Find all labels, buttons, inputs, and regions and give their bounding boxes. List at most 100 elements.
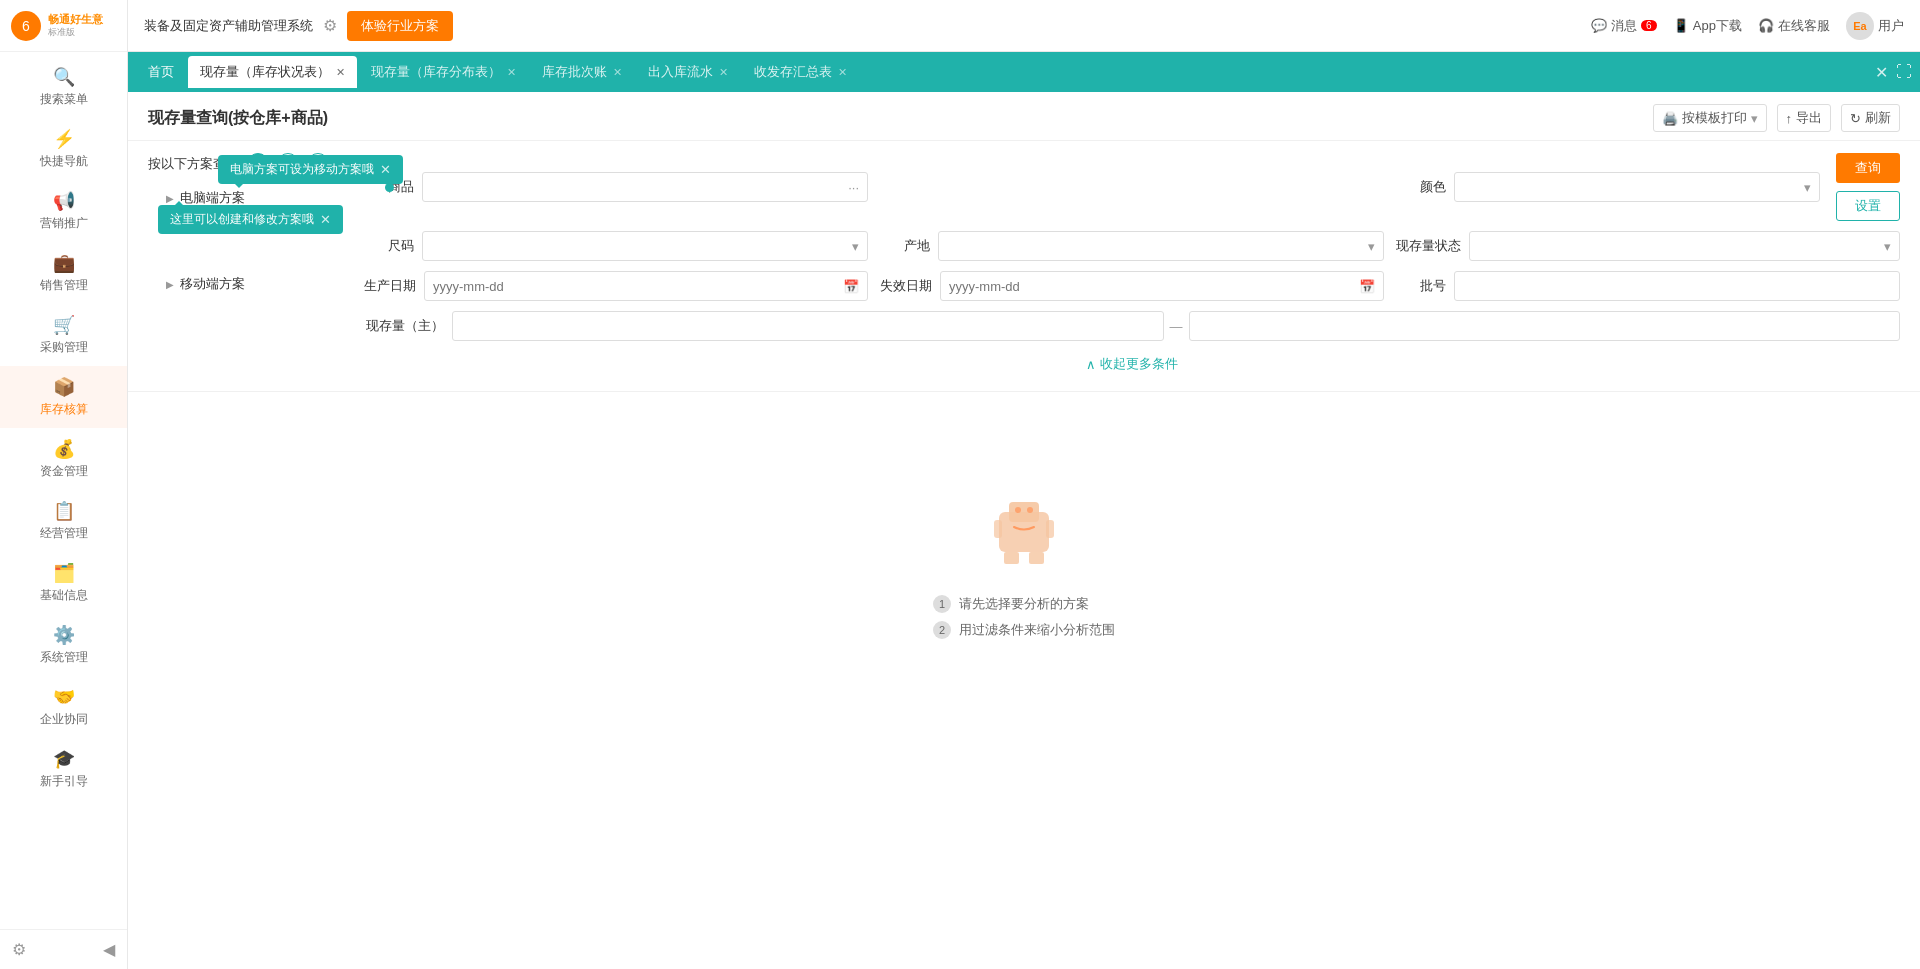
sidebar-item-label: 基础信息 bbox=[40, 587, 88, 604]
range-dash: — bbox=[1170, 319, 1183, 334]
filter-field-exp-date: 失效日期 📅 bbox=[880, 271, 1384, 301]
empty-step-1: 1 请先选择要分析的方案 bbox=[933, 595, 1115, 613]
filter-row-3: 生产日期 📅 失效日期 📅 bbox=[364, 271, 1900, 301]
size-select[interactable]: ▾ bbox=[422, 231, 868, 261]
app-download-area[interactable]: 📱 App下载 bbox=[1673, 17, 1742, 35]
tab-close-icon[interactable]: ✕ bbox=[838, 66, 847, 79]
refresh-icon: ↻ bbox=[1850, 111, 1861, 126]
tooltip2-close-icon[interactable]: ✕ bbox=[320, 212, 331, 227]
sidebar-item-sales[interactable]: 💼 销售管理 bbox=[0, 242, 127, 304]
sidebar-item-purchase[interactable]: 🛒 采购管理 bbox=[0, 304, 127, 366]
tooltip1-close-icon[interactable]: ✕ bbox=[380, 162, 391, 177]
print-dropdown-icon: ▾ bbox=[1751, 111, 1758, 126]
filter-row-2: 尺码 ▾ 产地 ▾ bbox=[364, 231, 1900, 261]
stock-main-to[interactable] bbox=[1189, 311, 1901, 341]
customer-service-area[interactable]: 🎧 在线客服 bbox=[1758, 17, 1830, 35]
filter-area: 按以下方案查询 + ✎ « bbox=[128, 141, 1920, 392]
origin-select[interactable]: ▾ bbox=[938, 231, 1384, 261]
reset-button[interactable]: 设置 bbox=[1836, 191, 1900, 221]
service-label: 在线客服 bbox=[1778, 17, 1830, 35]
exp-date-input[interactable]: 📅 bbox=[940, 271, 1384, 301]
svg-rect-9 bbox=[1029, 552, 1044, 564]
connector-dot bbox=[385, 183, 394, 192]
search-button[interactable]: 查询 bbox=[1836, 153, 1900, 183]
tabbar: 首页 现存量（库存状况表） ✕ 现存量（库存分布表） ✕ 库存批次账 ✕ 出入库… bbox=[128, 52, 1920, 92]
mfg-date-input[interactable]: 📅 bbox=[424, 271, 868, 301]
message-label: 消息 bbox=[1611, 17, 1637, 35]
filter-field-goods: 商品 ··· bbox=[364, 153, 868, 221]
exp-date-field[interactable] bbox=[949, 279, 1359, 294]
tab-close-icon[interactable]: ✕ bbox=[507, 66, 516, 79]
sidebar-item-operations[interactable]: 📋 经营管理 bbox=[0, 490, 127, 552]
quick-nav-icon: ⚡ bbox=[53, 128, 75, 150]
sidebar-item-quick-nav[interactable]: ⚡ 快捷导航 bbox=[0, 118, 127, 180]
topbar-left: 装备及固定资产辅助管理系统 ⚙ 体验行业方案 bbox=[144, 11, 453, 41]
refresh-button[interactable]: ↻ 刷新 bbox=[1841, 104, 1900, 132]
sidebar-item-collab[interactable]: 🤝 企业协同 bbox=[0, 676, 127, 738]
message-area[interactable]: 💬 消息 6 bbox=[1591, 17, 1657, 35]
scheme-item-mobile[interactable]: ▶ 移动端方案 bbox=[158, 271, 348, 297]
stock-main-from[interactable] bbox=[452, 311, 1164, 341]
user-area[interactable]: Ea 用户 bbox=[1846, 12, 1904, 40]
sidebar-item-finance[interactable]: 💰 资金管理 bbox=[0, 428, 127, 490]
filter-row-4: 现存量（主） — bbox=[364, 311, 1900, 341]
sidebar-nav: 🔍 搜索菜单 ⚡ 快捷导航 📢 营销推广 💼 销售管理 🛒 采购管理 📦 库存核… bbox=[0, 52, 127, 929]
scheme-arrow-icon: ▶ bbox=[166, 193, 174, 204]
tab-batch-account[interactable]: 库存批次账 ✕ bbox=[530, 56, 634, 88]
service-icon: 🎧 bbox=[1758, 18, 1774, 33]
empty-step2-text: 用过滤条件来缩小分析范围 bbox=[959, 621, 1115, 639]
sidebar-item-search[interactable]: 🔍 搜索菜单 bbox=[0, 56, 127, 118]
collapse-button[interactable]: ∧ 收起更多条件 bbox=[364, 349, 1900, 379]
industry-plan-button[interactable]: 体验行业方案 bbox=[347, 11, 453, 41]
export-button[interactable]: ↑ 导出 bbox=[1777, 104, 1832, 132]
tab-in-out-flow[interactable]: 出入库流水 ✕ bbox=[636, 56, 740, 88]
goods-select-dots: ··· bbox=[848, 180, 859, 195]
sidebar-settings-icon[interactable]: ⚙ bbox=[12, 940, 26, 959]
size-select-arrow: ▾ bbox=[852, 239, 859, 254]
calendar2-icon[interactable]: 📅 bbox=[1359, 279, 1375, 294]
stock-status-arrow: ▾ bbox=[1884, 239, 1891, 254]
svg-point-7 bbox=[1027, 507, 1033, 513]
tab-close-icon[interactable]: ✕ bbox=[719, 66, 728, 79]
batch-input[interactable] bbox=[1454, 271, 1900, 301]
tab-label: 出入库流水 bbox=[648, 63, 713, 81]
sidebar-item-guide[interactable]: 🎓 新手引导 bbox=[0, 738, 127, 800]
print-button[interactable]: 🖨️ 按模板打印 ▾ bbox=[1653, 104, 1767, 132]
tabbar-actions: ✕ ⛶ bbox=[1875, 63, 1912, 82]
tab-close-icon[interactable]: ✕ bbox=[613, 66, 622, 79]
tab-maximize-icon[interactable]: ⛶ bbox=[1896, 63, 1912, 81]
sidebar-item-label: 系统管理 bbox=[40, 649, 88, 666]
step-2-num: 2 bbox=[933, 621, 951, 639]
settings-icon[interactable]: ⚙ bbox=[323, 16, 337, 35]
size-label: 尺码 bbox=[364, 237, 414, 255]
svg-point-6 bbox=[1015, 507, 1021, 513]
page-actions: 🖨️ 按模板打印 ▾ ↑ 导出 ↻ 刷新 bbox=[1653, 104, 1901, 132]
goods-select[interactable]: ··· bbox=[422, 172, 868, 202]
tab-close-icon[interactable]: ✕ bbox=[336, 66, 345, 79]
calendar-icon[interactable]: 📅 bbox=[843, 279, 859, 294]
sidebar-item-marketing[interactable]: 📢 营销推广 bbox=[0, 180, 127, 242]
stock-main-range: — bbox=[452, 311, 1900, 341]
tab-home[interactable]: 首页 bbox=[136, 56, 186, 88]
sidebar-item-inventory[interactable]: 📦 库存核算 bbox=[0, 366, 127, 428]
sidebar-item-label: 资金管理 bbox=[40, 463, 88, 480]
color-select[interactable]: ▾ bbox=[1454, 172, 1820, 202]
stock-status-select[interactable]: ▾ bbox=[1469, 231, 1900, 261]
sidebar-item-label: 采购管理 bbox=[40, 339, 88, 356]
tab-inventory-status[interactable]: 现存量（库存状况表） ✕ bbox=[188, 56, 357, 88]
topbar: 装备及固定资产辅助管理系统 ⚙ 体验行业方案 💬 消息 6 📱 App下载 🎧 … bbox=[128, 0, 1920, 52]
stock-main-label: 现存量（主） bbox=[364, 317, 444, 335]
system-icon: ⚙️ bbox=[53, 624, 75, 646]
sidebar-collapse-icon[interactable]: ◀ bbox=[103, 940, 115, 959]
sidebar-item-label: 营销推广 bbox=[40, 215, 88, 232]
scheme-list: ▶ 电脑端方案 这里可以创建和修改方案哦 ✕ bbox=[148, 185, 348, 297]
tab-close-all-icon[interactable]: ✕ bbox=[1875, 63, 1888, 82]
sidebar-item-label: 快捷导航 bbox=[40, 153, 88, 170]
sidebar-item-system[interactable]: ⚙️ 系统管理 bbox=[0, 614, 127, 676]
mfg-date-field[interactable] bbox=[433, 279, 843, 294]
tab-inventory-dist[interactable]: 现存量（库存分布表） ✕ bbox=[359, 56, 528, 88]
tab-receive-send[interactable]: 收发存汇总表 ✕ bbox=[742, 56, 859, 88]
batch-label: 批号 bbox=[1396, 277, 1446, 295]
sidebar-item-base-info[interactable]: 🗂️ 基础信息 bbox=[0, 552, 127, 614]
sidebar-item-label: 经营管理 bbox=[40, 525, 88, 542]
